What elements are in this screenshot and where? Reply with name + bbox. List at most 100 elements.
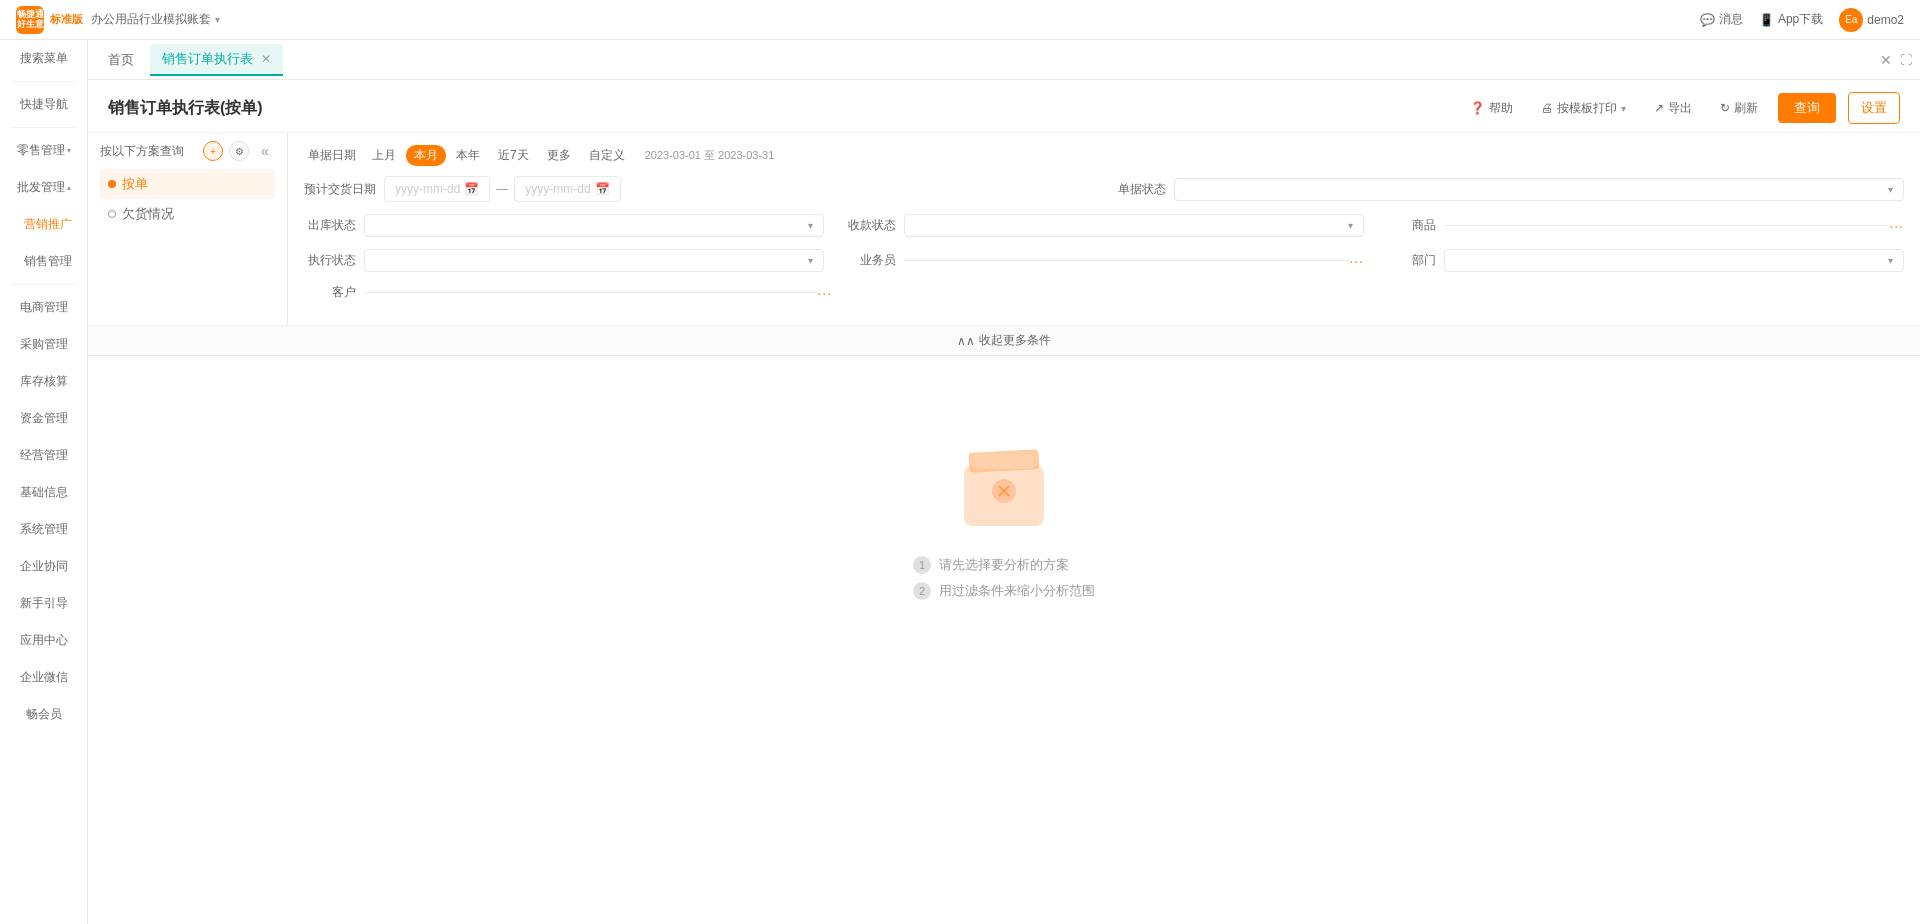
settings-scheme-button[interactable]: ⚙ bbox=[229, 141, 249, 161]
salesman-input[interactable] bbox=[904, 260, 1349, 261]
department-chevron-icon: ▾ bbox=[1888, 255, 1893, 266]
sidebar-item-quick-nav[interactable]: 快捷导航 bbox=[0, 86, 87, 123]
refresh-button[interactable]: ↻ 刷新 bbox=[1712, 96, 1766, 121]
hint-num-2: 2 bbox=[913, 582, 931, 600]
sidebar-item-procurement[interactable]: 采购管理 bbox=[0, 326, 87, 363]
collapse-bar[interactable]: ∧∧ 收起更多条件 bbox=[88, 325, 1920, 355]
empty-hints: 1 请先选择要分析的方案 2 用过滤条件来缩小分析范围 bbox=[913, 556, 1095, 600]
collection-status-dropdown[interactable]: ▾ bbox=[904, 214, 1364, 237]
query-button[interactable]: 查询 bbox=[1778, 93, 1836, 123]
date-tab-custom[interactable]: 自定义 bbox=[581, 145, 633, 166]
date-tab-more[interactable]: 更多 bbox=[539, 145, 579, 166]
sidebar-item-ecommerce[interactable]: 电商管理 bbox=[0, 289, 87, 326]
filter-top: 按以下方案查询 + ⚙ « bbox=[88, 133, 1920, 325]
execution-status-item: 执行状态 ▾ bbox=[304, 249, 824, 272]
content-area: 首页 销售订单执行表 ✕ ✕ ⛶ 销售订单执行表(按单) ❓ 帮助 bbox=[88, 40, 1920, 924]
salesman-item: 业务员 ··· bbox=[844, 252, 1364, 269]
tab-close-window-icon[interactable]: ✕ bbox=[1880, 52, 1892, 68]
svg-rect-2 bbox=[974, 454, 1034, 469]
execution-chevron-icon: ▾ bbox=[808, 255, 813, 266]
execution-status-dropdown[interactable]: ▾ bbox=[364, 249, 824, 272]
empty-illustration bbox=[944, 436, 1064, 536]
tab-sales-order[interactable]: 销售订单执行表 ✕ bbox=[150, 44, 283, 76]
user-avatar-button[interactable]: Ea demo2 bbox=[1839, 8, 1904, 32]
side-filter-header: 按以下方案查询 + ⚙ « bbox=[100, 141, 275, 161]
tab-close-icon[interactable]: ✕ bbox=[261, 52, 271, 66]
hint-num-1: 1 bbox=[913, 556, 931, 574]
sidebar-item-retail[interactable]: 零售管理 ▾ bbox=[0, 132, 87, 169]
side-menu-item-按单[interactable]: 按单 bbox=[100, 169, 275, 199]
print-dropdown-icon[interactable]: ▾ bbox=[1621, 103, 1626, 114]
avatar: Ea bbox=[1839, 8, 1863, 32]
export-button[interactable]: ↗ 导出 bbox=[1646, 96, 1700, 121]
goods-more-button[interactable]: ··· bbox=[1889, 218, 1904, 234]
date-to-input[interactable]: yyyy-mm-dd 📅 bbox=[514, 176, 620, 202]
sidebar-item-enterprise[interactable]: 企业协同 bbox=[0, 548, 87, 585]
export-icon: ↗ bbox=[1654, 101, 1664, 115]
delivery-status-item: 出库状态 ▾ bbox=[304, 214, 824, 237]
breadcrumb: 办公用品行业模拟账套 ▾ bbox=[91, 11, 220, 28]
logo-text: 标准版 bbox=[50, 13, 83, 26]
date-from-input[interactable]: yyyy-mm-dd 📅 bbox=[384, 176, 490, 202]
sidebar-item-newuser[interactable]: 新手引导 bbox=[0, 585, 87, 622]
breadcrumb-dropdown-icon[interactable]: ▾ bbox=[215, 14, 220, 25]
sidebar-item-system[interactable]: 系统管理 bbox=[0, 511, 87, 548]
date-tabs: 上月 本月 本年 近7天 更多 自定义 bbox=[364, 145, 633, 166]
message-button[interactable]: 💬 消息 bbox=[1700, 11, 1743, 28]
add-scheme-button[interactable]: + bbox=[203, 141, 223, 161]
page-title: 销售订单执行表(按单) bbox=[108, 98, 263, 119]
collapse-up-icon: ∧∧ bbox=[957, 334, 975, 348]
sidebar-item-appstore[interactable]: 应用中心 bbox=[0, 622, 87, 659]
sidebar-item-sales[interactable]: 销售管理 bbox=[0, 243, 87, 280]
template-print-button[interactable]: 🖨 按模板打印 ▾ bbox=[1533, 96, 1634, 121]
sidebar-item-marketing[interactable]: 营销推广 bbox=[0, 206, 87, 243]
logo-area: 畅捷通好生意 标准版 bbox=[16, 6, 83, 34]
delivery-chevron-icon: ▾ bbox=[808, 220, 813, 231]
expected-date-item: 预计交货日期 yyyy-mm-dd 📅 — bbox=[304, 176, 1094, 202]
department-dropdown[interactable]: ▾ bbox=[1444, 249, 1904, 272]
customer-input[interactable] bbox=[364, 292, 817, 293]
tab-home[interactable]: 首页 bbox=[96, 44, 146, 76]
date-tab-last-month[interactable]: 上月 bbox=[364, 145, 404, 166]
filter-wrapper: 按以下方案查询 + ⚙ « bbox=[88, 133, 1920, 356]
empty-svg bbox=[944, 436, 1064, 536]
app-download-button[interactable]: 📱 App下载 bbox=[1759, 11, 1823, 28]
date-tab-this-year[interactable]: 本年 bbox=[448, 145, 488, 166]
logo-icon: 畅捷通好生意 bbox=[16, 6, 44, 34]
collapse-side-button[interactable]: « bbox=[255, 141, 275, 161]
filter-row-4: 客户 ··· bbox=[304, 284, 1904, 301]
date-tab-this-month[interactable]: 本月 bbox=[406, 145, 446, 166]
side-filter: 按以下方案查询 + ⚙ « bbox=[88, 133, 288, 325]
calendar-to-icon: 📅 bbox=[595, 182, 610, 196]
sidebar-item-basics[interactable]: 基础信息 bbox=[0, 474, 87, 511]
sidebar-item-search[interactable]: 搜索菜单 bbox=[0, 40, 87, 77]
filter-row-3: 执行状态 ▾ 业务员 bbox=[304, 249, 1904, 272]
date-filter-row: 单据日期 上月 本月 本年 近7天 更多 自定义 2023-03-01 至 20… bbox=[304, 145, 1904, 166]
sidebar-item-operations[interactable]: 经营管理 bbox=[0, 437, 87, 474]
filter-main-rows: 单据日期 上月 本月 本年 近7天 更多 自定义 2023-03-01 至 20… bbox=[288, 133, 1920, 325]
sidebar-item-finance[interactable]: 资金管理 bbox=[0, 400, 87, 437]
chevron-down-icon: ▾ bbox=[67, 146, 71, 155]
sidebar-item-member[interactable]: 畅会员 bbox=[0, 696, 87, 733]
sidebar-item-wholesale[interactable]: 批发管理 ▴ bbox=[0, 169, 87, 206]
tab-expand-icon[interactable]: ⛶ bbox=[1900, 53, 1912, 67]
refresh-icon: ↻ bbox=[1720, 101, 1730, 115]
salesman-more-button[interactable]: ··· bbox=[1349, 253, 1364, 269]
status-chevron-icon: ▾ bbox=[1888, 184, 1893, 195]
settings-button[interactable]: 设置 bbox=[1848, 92, 1900, 124]
delivery-status-dropdown[interactable]: ▾ bbox=[364, 214, 824, 237]
sidebar-item-wecom[interactable]: 企业微信 bbox=[0, 659, 87, 696]
goods-input[interactable] bbox=[1444, 225, 1889, 226]
help-button[interactable]: ❓ 帮助 bbox=[1462, 96, 1521, 121]
customer-more-button[interactable]: ··· bbox=[817, 285, 832, 301]
status-dropdown[interactable]: ▾ bbox=[1174, 178, 1904, 201]
sidebar: 搜索菜单 快捷导航 零售管理 ▾ 批发管理 ▴ 营销推广 销售管理 电商管理 采… bbox=[0, 40, 88, 924]
department-item: 部门 ▾ bbox=[1384, 249, 1904, 272]
goods-item: 商品 ··· bbox=[1384, 217, 1904, 234]
inactive-circle-icon bbox=[108, 210, 116, 218]
date-tab-7days[interactable]: 近7天 bbox=[490, 145, 537, 166]
empty-state: 1 请先选择要分析的方案 2 用过滤条件来缩小分析范围 bbox=[88, 356, 1920, 680]
side-menu-item-欠货情况[interactable]: 欠货情况 bbox=[100, 199, 275, 229]
sidebar-item-inventory[interactable]: 库存核算 bbox=[0, 363, 87, 400]
status-item: 单据状态 ▾ bbox=[1114, 178, 1904, 201]
